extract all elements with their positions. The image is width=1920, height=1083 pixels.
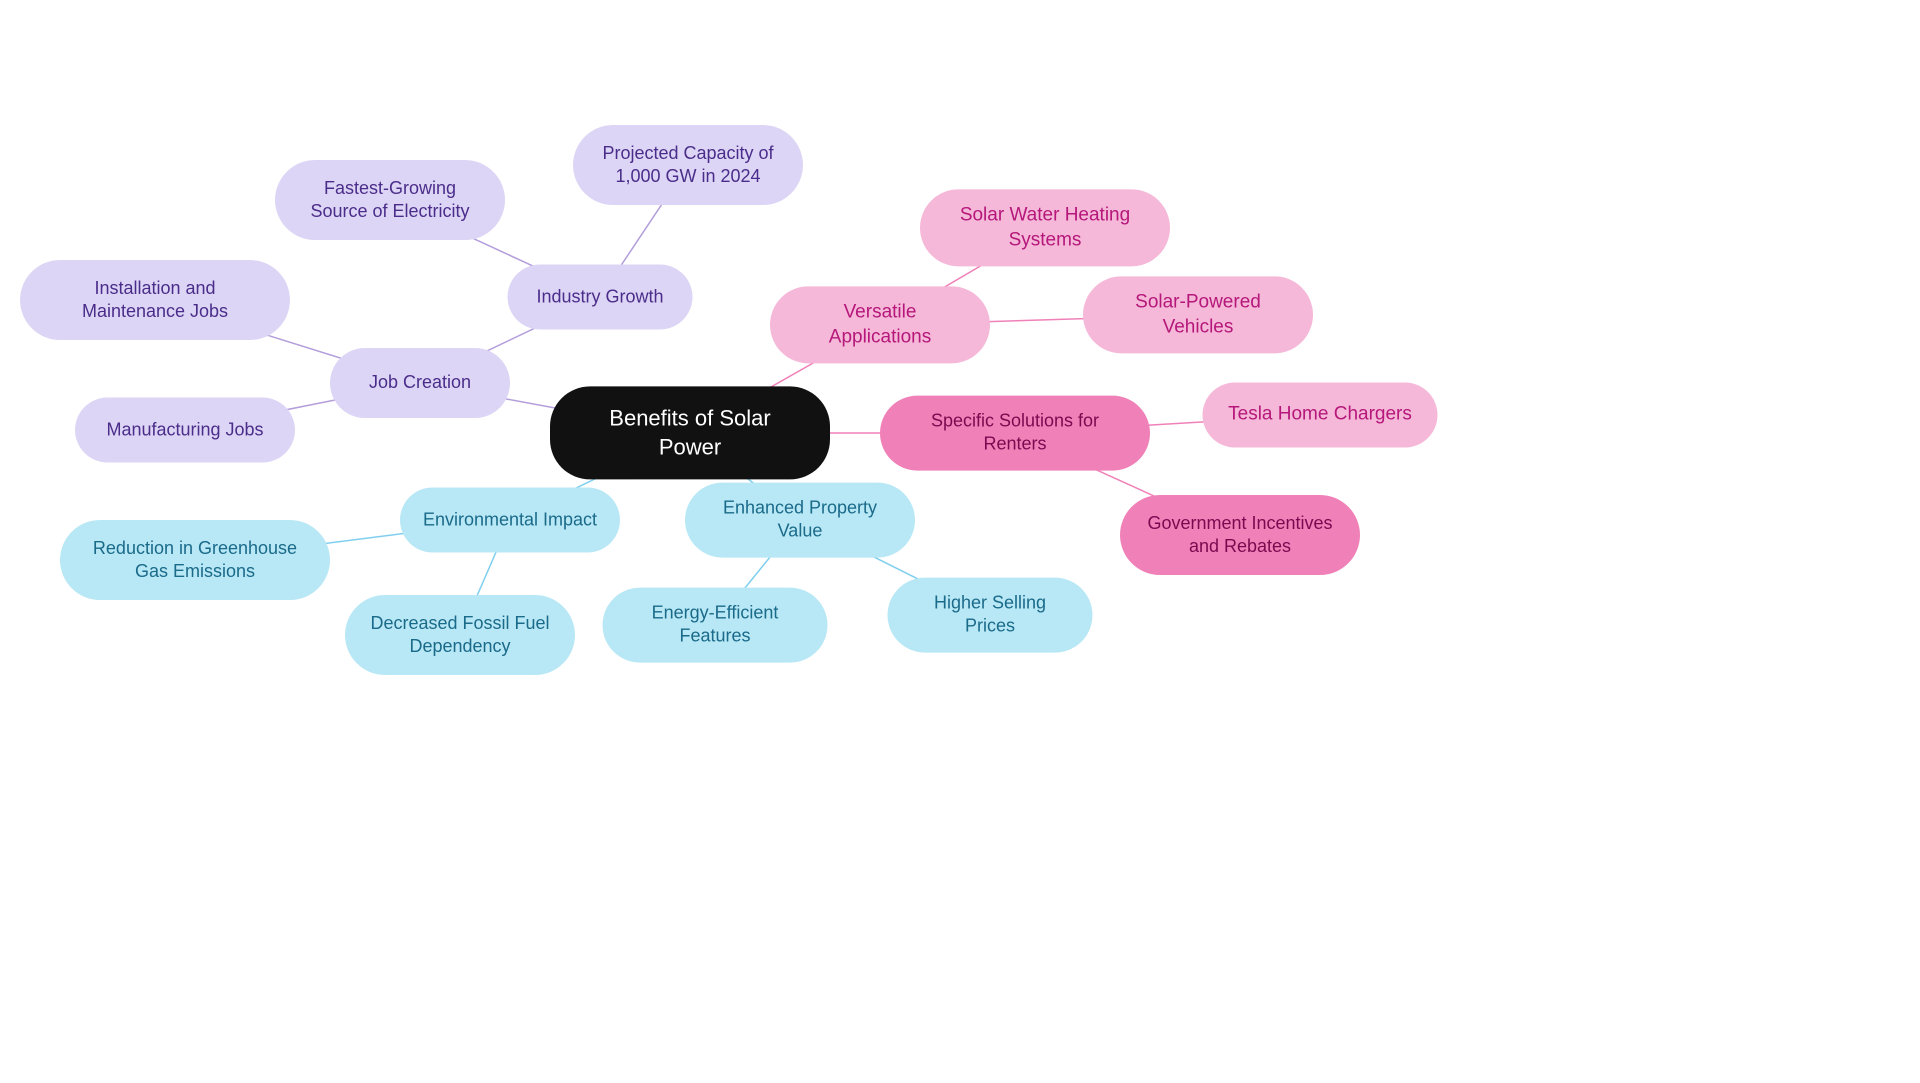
node-energy-efficient[interactable]: Energy-Efficient Features	[603, 588, 828, 663]
node-industry-growth[interactable]: Industry Growth	[508, 265, 693, 330]
node-versatile-apps[interactable]: Versatile Applications	[770, 286, 990, 363]
node-projected-capacity[interactable]: Projected Capacity of 1,000 GW in 2024	[573, 125, 803, 205]
mind-map: Benefits of Solar Power Job Creation Insta…	[0, 0, 1920, 1083]
node-fossil-fuel[interactable]: Decreased Fossil Fuel Dependency	[345, 595, 575, 675]
node-installation-jobs[interactable]: Installation and Maintenance Jobs	[20, 260, 290, 340]
node-solar-vehicles[interactable]: Solar-Powered Vehicles	[1083, 276, 1313, 353]
node-govt-incentives[interactable]: Government Incentives and Rebates	[1120, 495, 1360, 575]
node-property-value[interactable]: Enhanced Property Value	[685, 483, 915, 558]
center-node[interactable]: Benefits of Solar Power	[550, 386, 830, 479]
node-solar-water[interactable]: Solar Water Heating Systems	[920, 189, 1170, 266]
node-higher-selling[interactable]: Higher Selling Prices	[888, 578, 1093, 653]
node-job-creation[interactable]: Job Creation	[330, 348, 510, 418]
node-greenhouse[interactable]: Reduction in Greenhouse Gas Emissions	[60, 520, 330, 600]
node-tesla-chargers[interactable]: Tesla Home Chargers	[1203, 383, 1438, 448]
node-manufacturing-jobs[interactable]: Manufacturing Jobs	[75, 398, 295, 463]
node-specific-solutions[interactable]: Specific Solutions for Renters	[880, 396, 1150, 471]
node-fastest-growing[interactable]: Fastest-Growing Source of Electricity	[275, 160, 505, 240]
node-environmental-impact[interactable]: Environmental Impact	[400, 488, 620, 553]
